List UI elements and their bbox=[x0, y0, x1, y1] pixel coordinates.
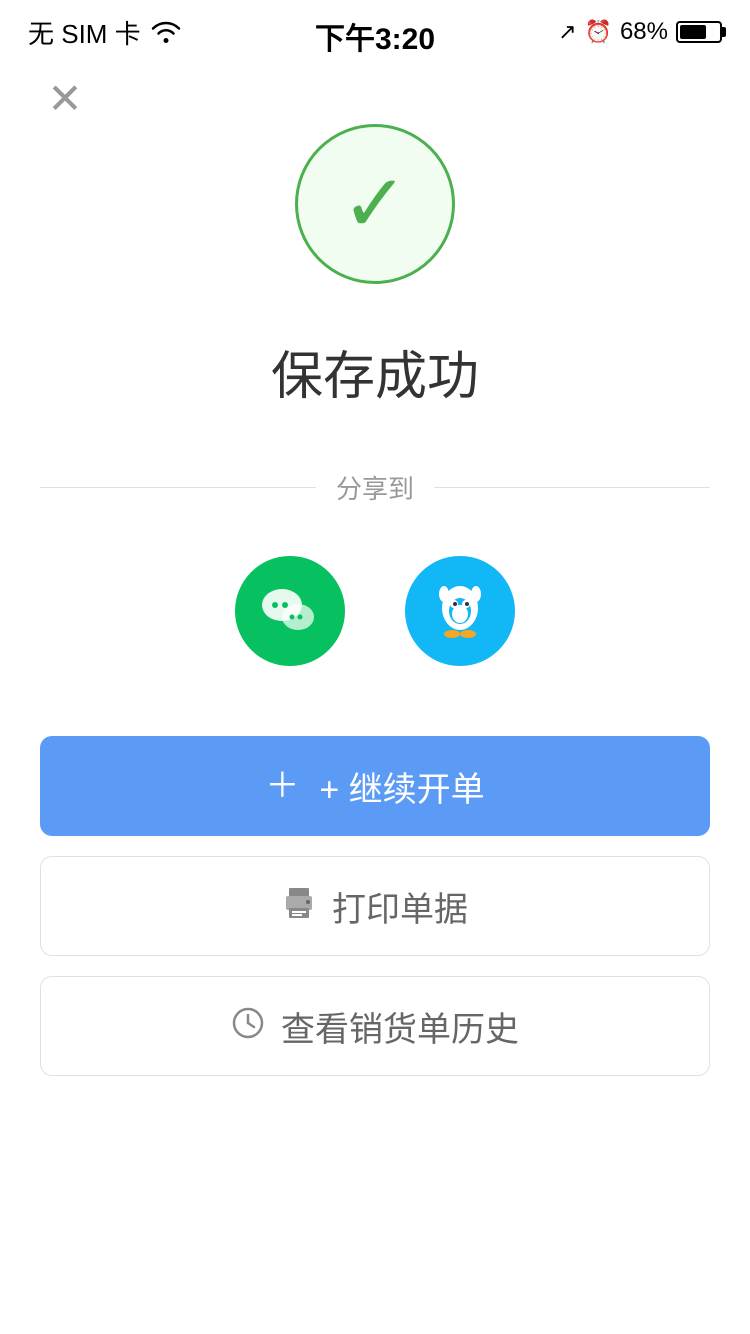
share-divider: 分享到 bbox=[40, 469, 710, 506]
action-buttons: ＋ + 继续开单 打印单据 bbox=[0, 736, 750, 1076]
continue-button[interactable]: ＋ + 继续开单 bbox=[40, 736, 710, 836]
clock-icon bbox=[231, 1006, 265, 1046]
checkmark-icon: ✓ bbox=[341, 164, 408, 244]
plus-icon: ＋ bbox=[265, 769, 299, 803]
main-content: ✓ 保存成功 分享到 bbox=[0, 64, 750, 1076]
print-button[interactable]: 打印单据 bbox=[40, 856, 710, 956]
battery-icon bbox=[676, 21, 722, 43]
success-circle: ✓ bbox=[295, 124, 455, 284]
print-label: 打印单据 bbox=[332, 882, 468, 931]
share-label: 分享到 bbox=[336, 469, 414, 506]
success-title: 保存成功 bbox=[271, 334, 479, 409]
alarm-icon: ⏰ bbox=[585, 19, 612, 45]
share-section: 分享到 bbox=[0, 469, 750, 686]
history-label: 查看销货单历史 bbox=[281, 1002, 519, 1051]
status-bar: 无 SIM 卡 下午3:20 ↗ ⏰ 68% bbox=[0, 0, 750, 64]
carrier-text: 无 SIM 卡 bbox=[28, 14, 141, 51]
status-right: ↗ ⏰ 68% bbox=[558, 18, 722, 46]
printer-icon bbox=[282, 886, 316, 926]
status-left: 无 SIM 卡 bbox=[28, 14, 181, 51]
time-display: 下午3:20 bbox=[315, 14, 435, 58]
wechat-icon bbox=[260, 585, 320, 637]
continue-label: + 继续开单 bbox=[319, 762, 484, 811]
qq-share-button[interactable] bbox=[405, 556, 515, 666]
battery-percent-text: 68% bbox=[620, 18, 668, 46]
location-icon: ↗ bbox=[558, 19, 576, 45]
wifi-icon bbox=[151, 21, 181, 43]
close-button[interactable]: ✕ bbox=[40, 74, 90, 124]
history-button[interactable]: 查看销货单历史 bbox=[40, 976, 710, 1076]
qq-icon bbox=[430, 578, 490, 644]
wechat-share-button[interactable] bbox=[235, 556, 345, 666]
share-icons bbox=[40, 556, 710, 666]
close-icon: ✕ bbox=[47, 78, 82, 120]
